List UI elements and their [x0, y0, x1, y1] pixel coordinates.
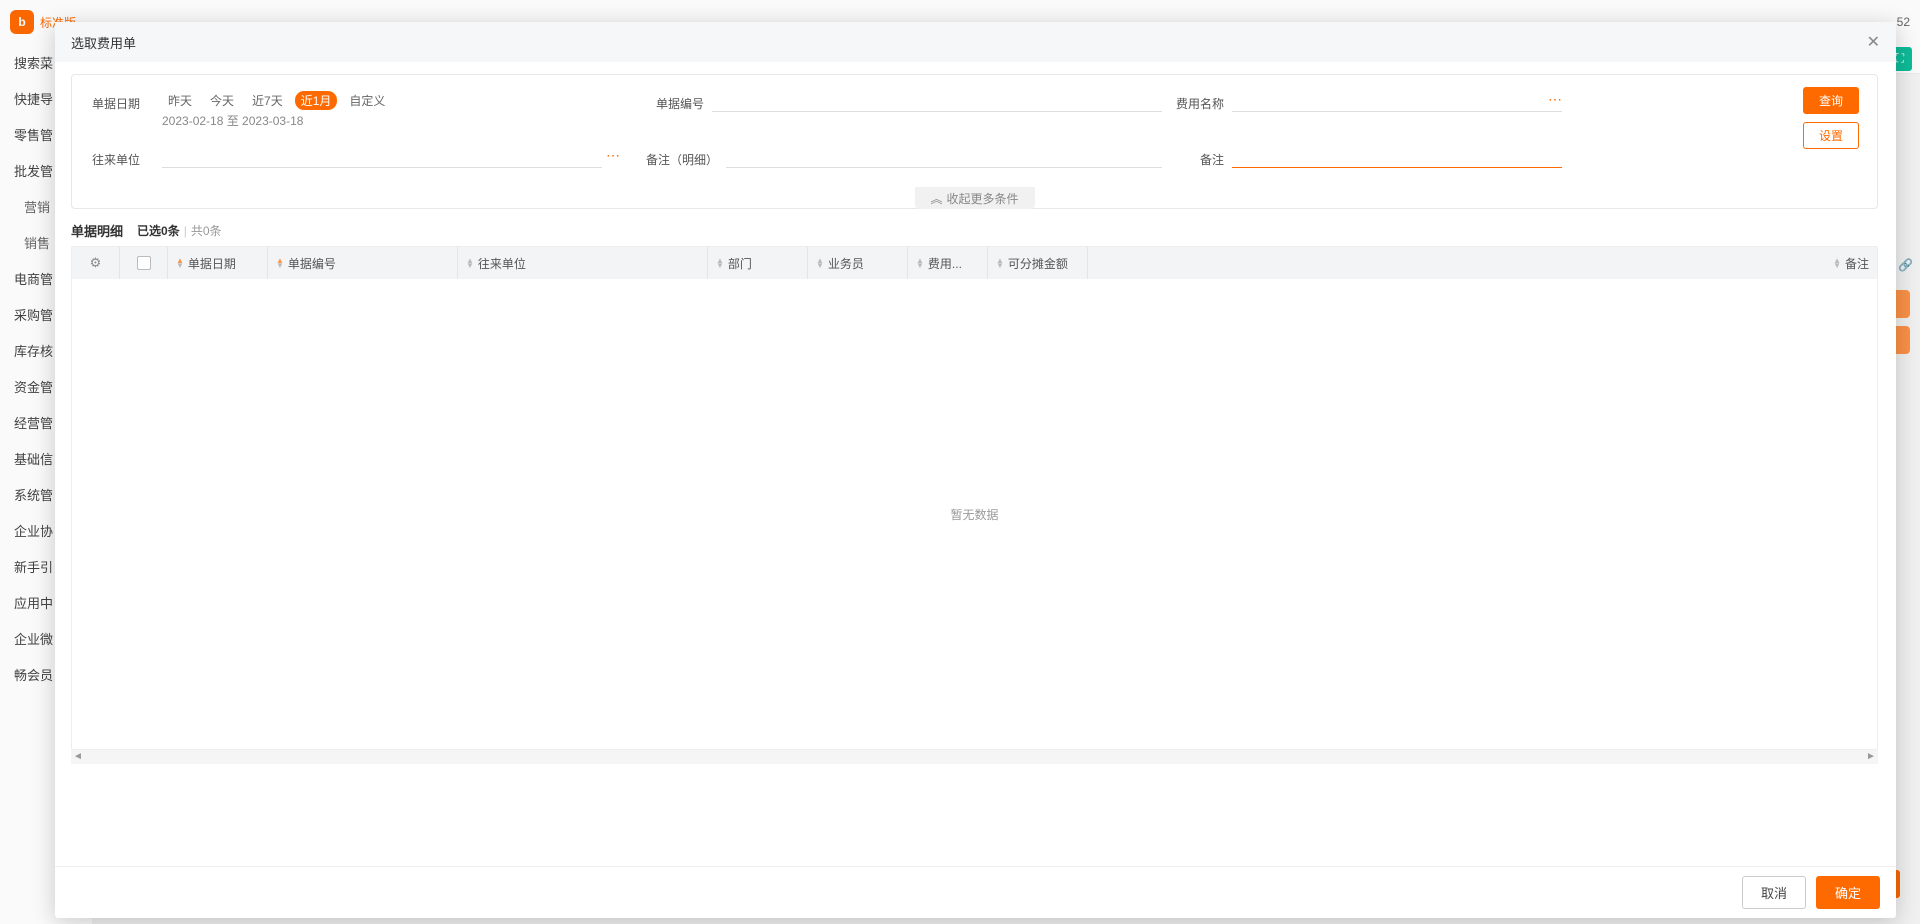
col-doc-date[interactable]: ▲▼ 单据日期	[168, 247, 268, 279]
col-alloc[interactable]: ▲▼ 可分摊金额	[988, 247, 1088, 279]
filter-panel: 单据日期 昨天今天近7天近1月自定义 2023-02-18 至 2023-03-…	[71, 74, 1878, 209]
date-range-text: 2023-02-18 至 2023-03-18	[162, 112, 642, 129]
cancel-button[interactable]: 取消	[1742, 876, 1806, 909]
chevron-up-icon: ︽	[930, 190, 942, 207]
col-fee[interactable]: ▲▼ 费用...	[908, 247, 988, 279]
query-button[interactable]: 查询	[1803, 87, 1859, 114]
selection-summary: 已选0条|共0条	[137, 222, 222, 239]
section-title: 单据明细	[71, 221, 123, 240]
horizontal-scrollbar[interactable]: ◄ ►	[71, 750, 1878, 764]
ok-button[interactable]: 确定	[1816, 876, 1880, 909]
remark-detail-label: 备注（明细）	[642, 147, 726, 168]
doc-no-input[interactable]	[712, 91, 1162, 112]
fee-name-label: 费用名称	[1162, 91, 1232, 112]
close-icon[interactable]: ✕	[1867, 32, 1880, 52]
select-all-checkbox[interactable]	[120, 247, 168, 279]
select-fee-modal: 选取费用单 ✕ 单据日期 昨天今天近7天近1月自定义 2023-02-18 至 …	[55, 22, 1896, 918]
collapse-toggle[interactable]: ︽ 收起更多条件	[915, 187, 1035, 209]
remark-label: 备注	[1162, 147, 1232, 168]
column-settings-button[interactable]: ⚙	[72, 247, 120, 279]
fee-name-picker-icon[interactable]: ⋯	[1548, 91, 1562, 108]
empty-state: 暂无数据	[72, 279, 1877, 749]
date-range-tag[interactable]: 近7天	[246, 91, 289, 110]
modal-title: 选取费用单	[71, 33, 136, 52]
date-range-tag[interactable]: 昨天	[162, 91, 198, 110]
contact-picker-icon[interactable]: ⋯	[606, 147, 620, 164]
col-doc-code[interactable]: ▲▼ 单据编号	[268, 247, 458, 279]
col-dept[interactable]: ▲▼ 部门	[708, 247, 808, 279]
remark-input[interactable]	[1232, 147, 1562, 168]
date-range-tag[interactable]: 近1月	[295, 91, 338, 110]
gear-icon: ⚙	[90, 255, 102, 271]
scroll-right-icon[interactable]: ►	[1864, 750, 1878, 764]
contact-label: 往来单位	[92, 147, 162, 168]
settings-button[interactable]: 设置	[1803, 122, 1859, 149]
doc-no-label: 单据编号	[642, 91, 712, 112]
result-table: ⚙ ▲▼ 单据日期 ▲▼ 单据编号 ▲▼ 往来单位 ▲▼	[71, 246, 1878, 750]
fee-name-input[interactable]	[1232, 91, 1562, 112]
doc-date-label: 单据日期	[92, 91, 162, 112]
date-range-tag[interactable]: 今天	[204, 91, 240, 110]
col-biz[interactable]: ▲▼ 业务员	[808, 247, 908, 279]
collapse-label: 收起更多条件	[947, 190, 1019, 207]
contact-input[interactable]	[162, 147, 602, 168]
col-unit[interactable]: ▲▼ 往来单位	[458, 247, 708, 279]
scroll-left-icon[interactable]: ◄	[71, 750, 85, 764]
date-range-tag[interactable]: 自定义	[343, 91, 391, 110]
remark-detail-input[interactable]	[726, 147, 1162, 168]
col-remark[interactable]: ▲▼ 备注	[1088, 247, 1877, 279]
